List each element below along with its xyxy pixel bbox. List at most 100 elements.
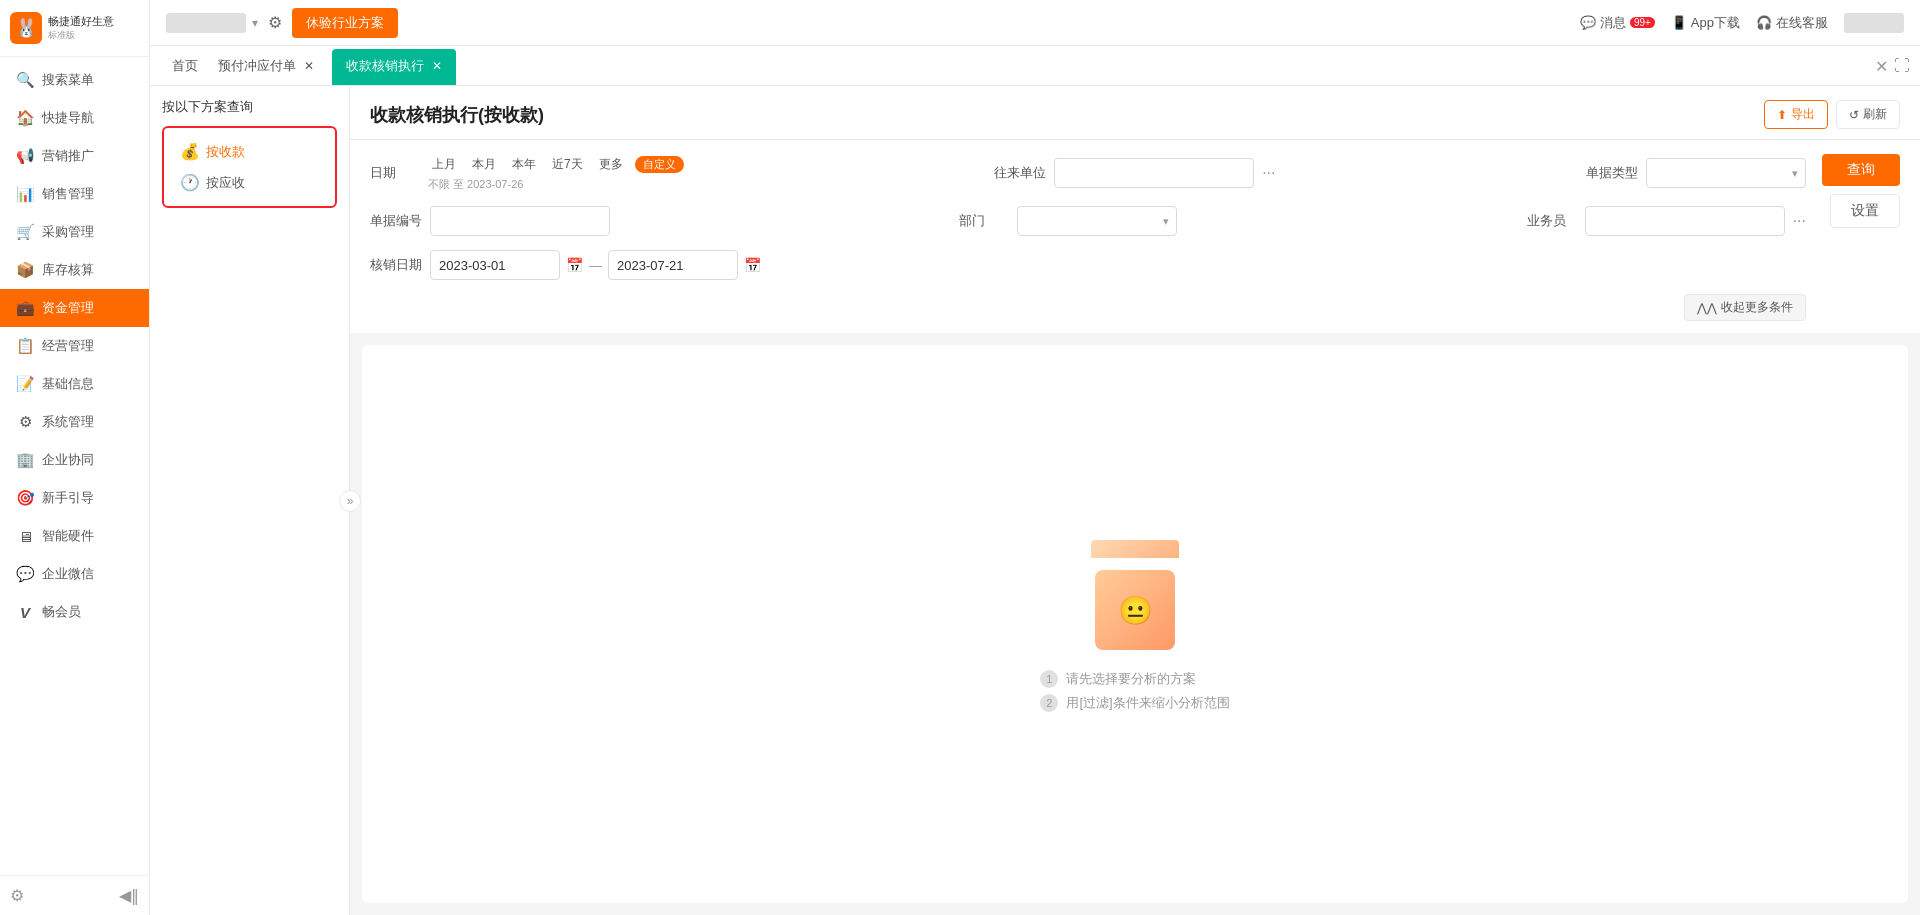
date-field: 日期 上月 本月 本年 近7天 更多 自定义 [370, 154, 684, 192]
hint-text-1: 请先选择要分析的方案 [1066, 670, 1196, 688]
date-this-year[interactable]: 本年 [508, 154, 540, 175]
sidebar-footer: ⚙ ◀‖ [0, 875, 149, 915]
calendar-end-icon[interactable]: 📅 [744, 257, 761, 273]
sidebar-item-base-info[interactable]: 📝 基础信息 [0, 365, 149, 403]
tab-expand-button[interactable]: ⛶ [1894, 56, 1910, 75]
refresh-icon: ↺ [1849, 108, 1859, 122]
receipt-icon: 💰 [180, 142, 200, 161]
filter-item-by-receipt[interactable]: 💰 按收款 [172, 136, 327, 167]
date-this-month[interactable]: 本月 [468, 154, 500, 175]
sidebar-item-label: 搜索菜单 [42, 71, 94, 89]
date-last-7-days[interactable]: 近7天 [548, 154, 587, 175]
finance-icon: 💼 [16, 299, 34, 317]
refresh-button[interactable]: ↺ 刷新 [1836, 100, 1900, 129]
dept-select[interactable] [1017, 206, 1177, 236]
staff-input[interactable] [1585, 206, 1785, 236]
sidebar-item-guide[interactable]: 🎯 新手引导 [0, 479, 149, 517]
tab-writeoff[interactable]: 收款核销执行 ✕ [332, 49, 456, 85]
sidebar-item-label: 经营管理 [42, 337, 94, 355]
sidebar-item-system[interactable]: ⚙ 系统管理 [0, 403, 149, 441]
sidebar-item-label: 新手引导 [42, 489, 94, 507]
filter-collapse-button[interactable]: » [339, 490, 361, 512]
member-icon: V [16, 604, 34, 621]
online-service-button[interactable]: 🎧 在线客服 [1756, 14, 1828, 32]
filter-item-by-receivable[interactable]: 🕐 按应收 [172, 167, 327, 198]
system-icon: ⚙ [16, 413, 34, 431]
tab-close-window-button[interactable]: ✕ [1875, 56, 1888, 75]
more-conditions-button[interactable]: ⋀⋀ 收起更多条件 [1684, 294, 1806, 321]
tab-close-active-icon[interactable]: ✕ [432, 59, 442, 73]
box-body: 😐 [1095, 570, 1175, 650]
order-type-select[interactable] [1646, 158, 1806, 188]
sidebar-item-finance[interactable]: 💼 资金管理 [0, 289, 149, 327]
order-type-field: 单据类型 [1586, 158, 1806, 188]
tab-home-label: 首页 [172, 58, 198, 73]
empty-hint-2: 2 用[过滤]条件来缩小分析范围 [1040, 694, 1229, 712]
sidebar-item-hardware[interactable]: 🖥 智能硬件 [0, 517, 149, 555]
calendar-start-icon[interactable]: 📅 [566, 257, 583, 273]
header-gear-icon[interactable]: ⚙ [268, 13, 282, 32]
dept-field: 部门 [959, 206, 1177, 236]
staff-ellipsis-icon[interactable]: ··· [1793, 212, 1806, 230]
hint-num-1: 1 [1040, 670, 1058, 688]
sidebar-item-inventory[interactable]: 📦 库存核算 [0, 251, 149, 289]
order-type-label: 单据类型 [1586, 164, 1638, 182]
partner-field: 往来单位 ··· [994, 158, 1275, 188]
app-download-button[interactable]: 📱 App下载 [1671, 14, 1740, 32]
date-last-month[interactable]: 上月 [428, 154, 460, 175]
sidebar-item-marketing[interactable]: 📢 营销推广 [0, 137, 149, 175]
export-label: 导出 [1791, 106, 1815, 123]
date-more[interactable]: 更多 [595, 154, 627, 175]
online-service-label: 在线客服 [1776, 14, 1828, 32]
sidebar-item-sales[interactable]: 📊 销售管理 [0, 175, 149, 213]
search-fields: 日期 上月 本月 本年 近7天 更多 自定义 [370, 154, 1806, 321]
sidebar-item-purchase[interactable]: 🛒 采购管理 [0, 213, 149, 251]
sidebar-nav: 🔍 搜索菜单 🏠 快捷导航 📢 营销推广 📊 销售管理 🛒 采购管理 📦 库存核… [0, 57, 149, 875]
sidebar-item-label: 销售管理 [42, 185, 94, 203]
empty-hints: 1 请先选择要分析的方案 2 用[过滤]条件来缩小分析范围 [1040, 670, 1229, 718]
order-no-field: 单据编号 [370, 206, 610, 236]
inventory-icon: 📦 [16, 261, 34, 279]
content-area: 按以下方案查询 💰 按收款 🕐 按应收 » 收款核销执行(按收款) [150, 86, 1920, 915]
sidebar-item-wechat[interactable]: 💬 企业微信 [0, 555, 149, 593]
sidebar-item-operations[interactable]: 📋 经营管理 [0, 327, 149, 365]
writeoff-start-input[interactable] [430, 250, 560, 280]
sidebar-item-quicknav[interactable]: 🏠 快捷导航 [0, 99, 149, 137]
order-no-label: 单据编号 [370, 212, 422, 230]
sales-icon: 📊 [16, 185, 34, 203]
operations-icon: 📋 [16, 337, 34, 355]
writeoff-end-input[interactable] [608, 250, 738, 280]
partner-input[interactable] [1054, 158, 1254, 188]
sidebar-item-member[interactable]: V 畅会员 [0, 593, 149, 631]
user-avatar[interactable] [1844, 13, 1904, 33]
sidebar-item-enterprise[interactable]: 🏢 企业协同 [0, 441, 149, 479]
filter-item-label: 按应收 [206, 174, 245, 192]
message-icon: 💬 [1580, 15, 1596, 30]
tab-prepay[interactable]: 预付冲应付单 ✕ [204, 49, 328, 85]
logo-badge: 标准版 [48, 29, 114, 42]
page-actions: ⬆ 导出 ↺ 刷新 [1764, 100, 1900, 129]
partner-ellipsis-icon[interactable]: ··· [1262, 164, 1275, 182]
page-header: 收款核销执行(按收款) ⬆ 导出 ↺ 刷新 [350, 86, 1920, 140]
app-logo: 🐰 畅捷通好生意 标准版 [0, 0, 149, 57]
message-button[interactable]: 💬 消息 99+ [1580, 14, 1655, 32]
date-shortcuts: 上月 本月 本年 近7天 更多 自定义 [428, 154, 684, 175]
dept-label: 部门 [959, 212, 1009, 230]
collapse-sidebar-icon[interactable]: ◀‖ [119, 886, 139, 905]
setting-button[interactable]: 设置 [1830, 194, 1900, 228]
export-button[interactable]: ⬆ 导出 [1764, 100, 1828, 129]
tab-close-icon[interactable]: ✕ [304, 59, 314, 73]
sidebar: 🐰 畅捷通好生意 标准版 🔍 搜索菜单 🏠 快捷导航 📢 营销推广 📊 销售管理… [0, 0, 150, 915]
industry-solution-button[interactable]: 休验行业方案 [292, 8, 398, 38]
query-button[interactable]: 查询 [1822, 154, 1900, 186]
date-custom-badge[interactable]: 自定义 [635, 156, 684, 173]
order-no-input[interactable] [430, 206, 610, 236]
tab-home[interactable]: 首页 [166, 49, 204, 85]
settings-icon[interactable]: ⚙ [10, 886, 24, 905]
collapse-icon: ⋀⋀ [1697, 301, 1717, 315]
sidebar-item-search[interactable]: 🔍 搜索菜单 [0, 61, 149, 99]
sidebar-item-label: 畅会员 [42, 603, 81, 621]
empty-state: 😐 1 请先选择要分析的方案 2 用[过滤]条件来缩小分析范围 [362, 345, 1908, 903]
chevron-down-icon[interactable]: ▾ [252, 16, 258, 30]
refresh-label: 刷新 [1863, 106, 1887, 123]
